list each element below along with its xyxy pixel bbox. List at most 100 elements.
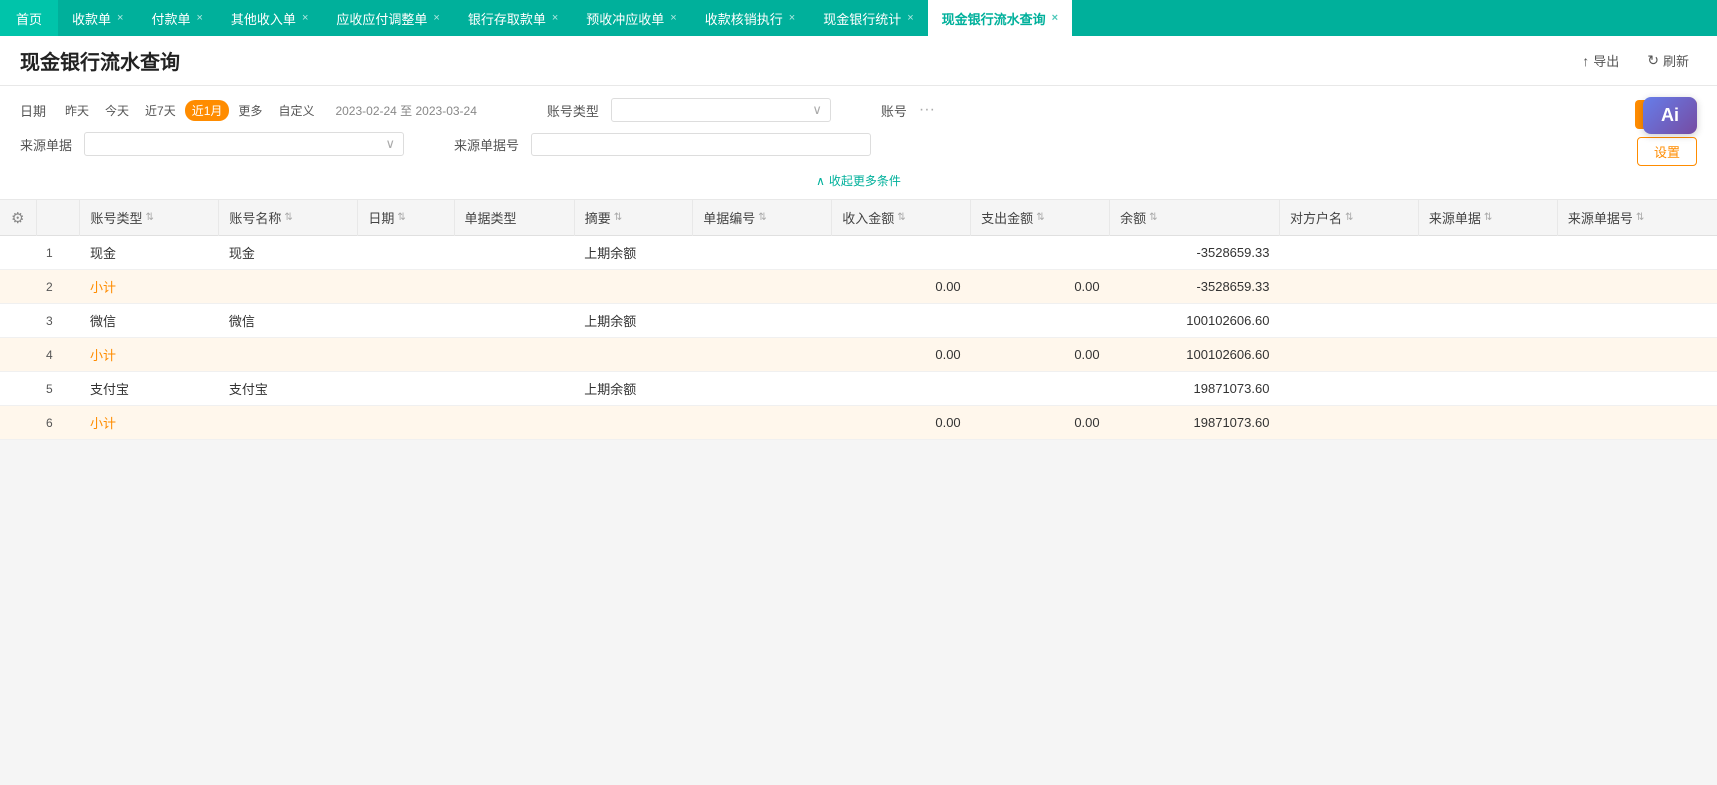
table-cell — [1557, 236, 1717, 270]
date-label: 日期 — [20, 101, 46, 120]
table-cell — [454, 304, 574, 338]
table-cell: 0.00 — [971, 338, 1110, 372]
table-cell: 100102606.60 — [1110, 304, 1280, 338]
th-doc-no: 单据编号 ⇅ — [693, 200, 832, 236]
table-cell: 3 — [36, 304, 80, 338]
top-nav: 首页 收款单 × 付款单 × 其他收入单 × 应收应付调整单 × 银行存取款单 … — [0, 0, 1717, 36]
close-icon[interactable]: × — [302, 12, 308, 24]
table-cell — [1418, 304, 1557, 338]
table-cell — [693, 236, 832, 270]
table-cell: 4 — [36, 338, 80, 372]
close-icon[interactable]: × — [552, 12, 558, 24]
date-btn-7days[interactable]: 近7天 — [138, 100, 183, 121]
table-cell — [574, 338, 693, 372]
table-cell: 5 — [36, 372, 80, 406]
source-doc-no-input[interactable] — [531, 133, 871, 156]
sort-icon: ⇅ — [1636, 212, 1644, 223]
filter-row-1: 日期 昨天 今天 近7天 近1月 更多 自定义 2023-02-24 至 202… — [20, 98, 1635, 122]
date-btn-yesterday[interactable]: 昨天 — [58, 100, 96, 121]
table-cell — [693, 372, 832, 406]
filter-date-group: 日期 昨天 今天 近7天 近1月 更多 自定义 2023-02-24 至 202… — [20, 100, 477, 121]
nav-tab-现金银行统计[interactable]: 现金银行统计 × — [809, 0, 927, 36]
close-icon[interactable]: × — [907, 12, 913, 24]
th-counterparty: 对方户名 ⇅ — [1279, 200, 1418, 236]
table-cell — [0, 372, 36, 406]
table-cell — [1418, 270, 1557, 304]
close-icon[interactable]: × — [1052, 12, 1058, 24]
table-cell — [1279, 304, 1418, 338]
table-cell — [1418, 406, 1557, 440]
th-summary: 摘要 ⇅ — [574, 200, 693, 236]
table-cell — [1418, 372, 1557, 406]
nav-tab-现金银行流水查询[interactable]: 现金银行流水查询 × — [928, 0, 1072, 36]
table-header: ⚙ 账号类型 ⇅ 账号名称 ⇅ 日期 — [0, 200, 1717, 236]
sort-icon: ⇅ — [284, 212, 292, 223]
account-dots[interactable]: ··· — [919, 101, 935, 119]
page-header: 现金银行流水查询 ↑ 导出 ↻ 刷新 — [0, 36, 1717, 86]
source-doc-label: 来源单据 — [20, 135, 72, 154]
table-cell — [219, 270, 358, 304]
refresh-icon: ↻ — [1647, 52, 1659, 69]
close-icon[interactable]: × — [433, 12, 439, 24]
table-cell — [1279, 338, 1418, 372]
nav-tab-银行存取款单[interactable]: 银行存取款单 × — [454, 0, 572, 36]
date-btn-today[interactable]: 今天 — [98, 100, 136, 121]
date-btn-more[interactable]: 更多 — [231, 100, 269, 121]
nav-tab-收款核销执行[interactable]: 收款核销执行 × — [691, 0, 809, 36]
table-cell — [454, 236, 574, 270]
table-cell — [454, 338, 574, 372]
table-cell — [832, 372, 971, 406]
sort-icon: ⇅ — [614, 212, 622, 223]
table-cell — [358, 304, 454, 338]
th-source-doc-no: 来源单据号 ⇅ — [1557, 200, 1717, 236]
source-doc-select[interactable]: ∨ — [84, 132, 404, 156]
nav-tab-其他收入单[interactable]: 其他收入单 × — [217, 0, 322, 36]
table-cell: 支付宝 — [219, 372, 358, 406]
table-cell — [1418, 236, 1557, 270]
date-btn-custom[interactable]: 自定义 — [271, 100, 321, 121]
refresh-button[interactable]: ↻ 刷新 — [1639, 47, 1697, 74]
nav-tab-应收应付调整单[interactable]: 应收应付调整单 × — [322, 0, 453, 36]
table-cell — [0, 270, 36, 304]
table-cell: 上期余额 — [574, 236, 693, 270]
table-cell — [1418, 338, 1557, 372]
table-cell — [971, 372, 1110, 406]
table-cell: 上期余额 — [574, 304, 693, 338]
sort-icon: ⇅ — [758, 212, 766, 223]
table-cell — [1279, 270, 1418, 304]
collapse-bar[interactable]: ∧ 收起更多条件 — [20, 166, 1697, 191]
export-button[interactable]: ↑ 导出 — [1574, 47, 1627, 74]
nav-tab-收款单[interactable]: 收款单 × — [58, 0, 137, 36]
table-cell: 微信 — [219, 304, 358, 338]
table-cell — [574, 406, 693, 440]
table-cell — [693, 270, 832, 304]
table-cell: 小计 — [80, 406, 219, 440]
close-icon[interactable]: × — [789, 12, 795, 24]
date-btn-1month[interactable]: 近1月 — [185, 100, 230, 121]
gear-icon[interactable]: ⚙ — [11, 210, 24, 227]
close-icon[interactable]: × — [117, 12, 123, 24]
table-cell — [832, 304, 971, 338]
dropdown-icon: ∨ — [812, 102, 822, 118]
table-cell — [1279, 372, 1418, 406]
filter-main-row: 日期 昨天 今天 近7天 近1月 更多 自定义 2023-02-24 至 202… — [20, 98, 1697, 166]
table-cell: -3528659.33 — [1110, 270, 1280, 304]
account-type-select[interactable]: ∨ — [611, 98, 831, 122]
nav-tab-付款单[interactable]: 付款单 × — [137, 0, 216, 36]
sort-icon: ⇅ — [1345, 212, 1353, 223]
close-icon[interactable]: × — [196, 12, 202, 24]
table-cell — [454, 270, 574, 304]
nav-home[interactable]: 首页 — [0, 0, 58, 36]
table-container: ⚙ 账号类型 ⇅ 账号名称 ⇅ 日期 — [0, 200, 1717, 440]
table-cell: 微信 — [80, 304, 219, 338]
close-icon[interactable]: × — [670, 12, 676, 24]
table-cell — [0, 338, 36, 372]
th-source-doc: 来源单据 ⇅ — [1418, 200, 1557, 236]
nav-tab-预收冲应收单[interactable]: 预收冲应收单 × — [572, 0, 690, 36]
table-cell: -3528659.33 — [1110, 236, 1280, 270]
page-title: 现金银行流水查询 — [20, 46, 180, 75]
settings-button[interactable]: 设置 — [1637, 137, 1697, 166]
ai-badge[interactable]: Ai — [1643, 97, 1697, 134]
th-account-type: 账号类型 ⇅ — [80, 200, 219, 236]
sort-icon: ⇅ — [397, 212, 405, 223]
